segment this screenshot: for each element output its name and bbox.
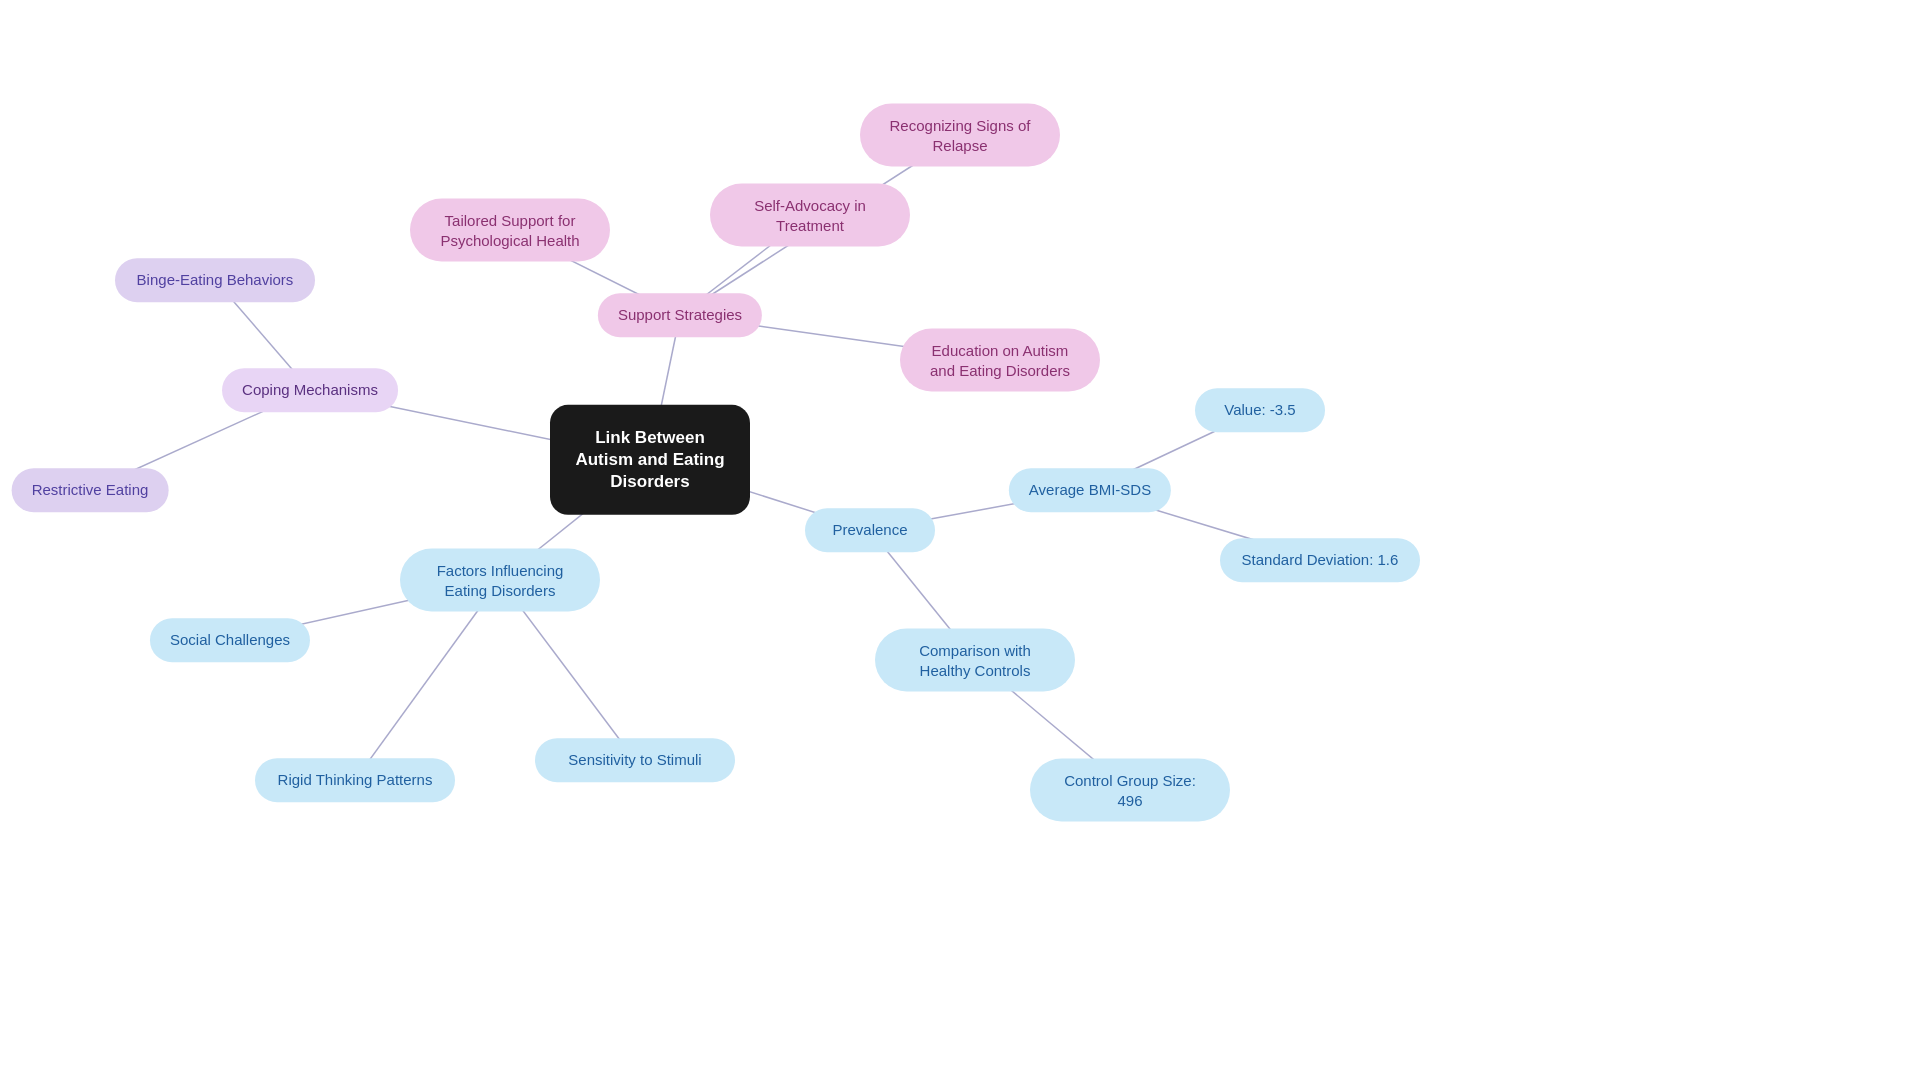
node-sensitivity: Sensitivity to Stimuli [535,738,735,782]
mind-map: Link Between Autism and Eating Disorders… [0,0,1920,1083]
node-binge: Binge-Eating Behaviors [115,258,315,302]
node-prevalence: Prevalence [805,508,935,552]
node-value: Value: -3.5 [1195,388,1325,432]
node-controlgroup: Control Group Size: 496 [1030,759,1230,822]
center-node: Link Between Autism and Eating Disorders [550,405,750,515]
node-recognizing: Recognizing Signs of Relapse [860,104,1060,167]
node-social: Social Challenges [150,618,310,662]
node-education: Education on Autism and Eating Disorders [900,329,1100,392]
node-avgbmi: Average BMI-SDS [1009,468,1171,512]
node-rigid: Rigid Thinking Patterns [255,758,455,802]
node-support: Support Strategies [598,293,762,337]
node-factors: Factors Influencing Eating Disorders [400,549,600,612]
node-tailored: Tailored Support for Psychological Healt… [410,199,610,262]
node-coping: Coping Mechanisms [222,368,398,412]
node-restrictive: Restrictive Eating [12,468,169,512]
node-stddev: Standard Deviation: 1.6 [1220,538,1420,582]
node-selfadvocacy: Self-Advocacy in Treatment [710,184,910,247]
node-comparison: Comparison with Healthy Controls [875,629,1075,692]
